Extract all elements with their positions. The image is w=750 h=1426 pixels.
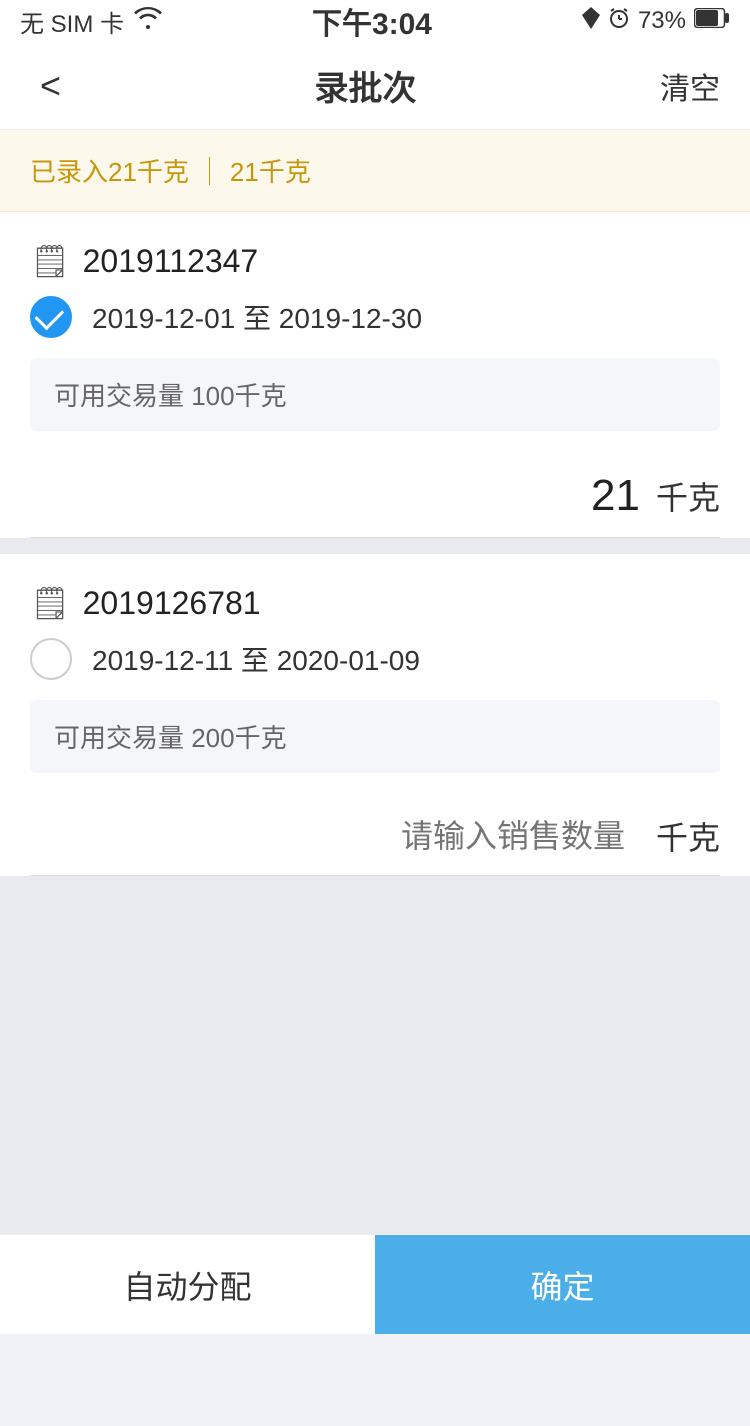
quantity-unit-2: 千克 <box>656 813 720 859</box>
summary-total: 21千克 <box>230 152 311 189</box>
batch-doc-icon-1: 🗒 <box>30 242 71 280</box>
back-button[interactable]: < <box>30 55 71 117</box>
batch-header-2: 🗒 2019126781 <box>0 554 750 638</box>
status-bar-time: 下午3:04 <box>312 0 432 43</box>
status-bar-right: 73% <box>582 7 730 36</box>
quantity-input-2[interactable] <box>340 818 640 855</box>
quantity-value-1: 21 <box>591 471 640 521</box>
bottom-bar: 自动分配 确定 <box>0 1234 750 1334</box>
page-title: 录批次 <box>315 61 417 110</box>
batch-card-2: 🗒 2019126781 2019-12-11 至 2020-01-09 可用交… <box>0 554 750 876</box>
location-icon <box>582 7 600 36</box>
batch-date-row-2[interactable]: 2019-12-11 至 2020-01-09 <box>0 638 750 700</box>
battery-text: 73% <box>638 7 686 35</box>
radio-button-1[interactable] <box>30 296 72 338</box>
summary-bar: 已录入21千克 21千克 <box>0 130 750 212</box>
wifi-icon <box>134 7 162 36</box>
batch-card-1: 🗒 2019112347 2019-12-01 至 2019-12-30 可用交… <box>0 212 750 538</box>
confirm-button[interactable]: 确定 <box>375 1235 750 1334</box>
quantity-row-1: 21 千克 <box>0 451 750 537</box>
radio-button-2[interactable] <box>30 638 72 680</box>
batch-date-2: 2019-12-11 至 2020-01-09 <box>92 639 420 679</box>
batch-header-1: 🗒 2019112347 <box>0 212 750 296</box>
batch-id-1: 2019112347 <box>83 243 259 280</box>
status-bar-left: 无 SIM 卡 <box>20 4 162 39</box>
batch-doc-icon-2: 🗒 <box>30 584 71 622</box>
summary-recorded: 已录入21千克 <box>30 152 189 189</box>
clear-button[interactable]: 清空 <box>660 64 720 108</box>
nav-bar: < 录批次 清空 <box>0 42 750 130</box>
quantity-row-2: 千克 <box>0 793 750 875</box>
batch-availability-1: 可用交易量 100千克 <box>30 358 720 431</box>
status-bar: 无 SIM 卡 下午3:04 73% <box>0 0 750 42</box>
batch-date-1: 2019-12-01 至 2019-12-30 <box>92 297 422 337</box>
sim-text: 无 SIM 卡 <box>20 4 124 39</box>
summary-divider <box>209 157 210 185</box>
battery-icon <box>694 7 730 35</box>
section-divider-1 <box>0 538 750 554</box>
quantity-unit-1: 千克 <box>656 473 720 519</box>
batch-date-row-1[interactable]: 2019-12-01 至 2019-12-30 <box>0 296 750 358</box>
auto-distribute-button[interactable]: 自动分配 <box>0 1235 375 1334</box>
batch-id-2: 2019126781 <box>83 585 261 622</box>
alarm-icon <box>608 7 630 36</box>
batch-availability-2: 可用交易量 200千克 <box>30 700 720 773</box>
